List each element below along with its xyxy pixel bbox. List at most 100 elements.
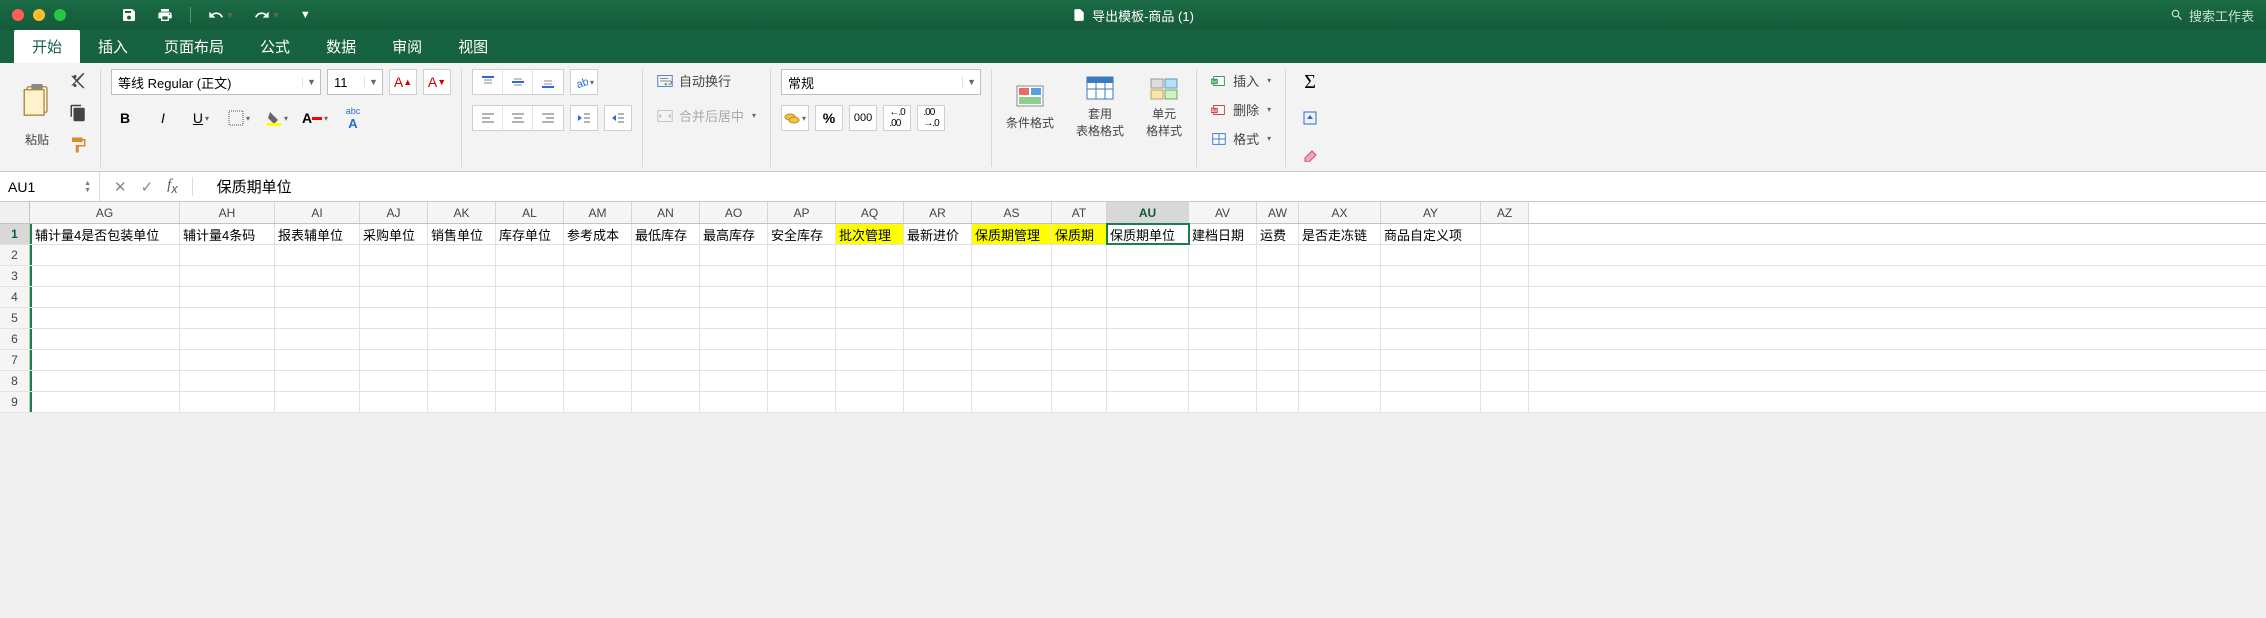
- cut-icon[interactable]: [66, 69, 90, 93]
- cell-AS4[interactable]: [972, 287, 1052, 307]
- cell-AO2[interactable]: [700, 245, 768, 265]
- cell-AP6[interactable]: [768, 329, 836, 349]
- cell-AS1[interactable]: 保质期管理: [972, 224, 1052, 244]
- cell-AP2[interactable]: [768, 245, 836, 265]
- close-window-button[interactable]: [12, 9, 24, 21]
- border-button[interactable]: ▾: [225, 105, 253, 131]
- clear-icon[interactable]: [1296, 141, 1324, 167]
- cell-AG6[interactable]: [30, 329, 180, 349]
- cell-AY2[interactable]: [1381, 245, 1481, 265]
- cell-AS9[interactable]: [972, 392, 1052, 412]
- qat-customize-icon[interactable]: ▼: [297, 6, 314, 24]
- cell-AX7[interactable]: [1299, 350, 1381, 370]
- minimize-window-button[interactable]: [33, 9, 45, 21]
- cell-AN7[interactable]: [632, 350, 700, 370]
- cell-AN5[interactable]: [632, 308, 700, 328]
- column-header-AR[interactable]: AR: [904, 202, 972, 223]
- cell-AK9[interactable]: [428, 392, 496, 412]
- cell-AG7[interactable]: [30, 350, 180, 370]
- cell-AZ1[interactable]: [1481, 224, 1529, 244]
- cell-AR7[interactable]: [904, 350, 972, 370]
- cell-AI6[interactable]: [275, 329, 360, 349]
- cell-AO7[interactable]: [700, 350, 768, 370]
- cell-AL7[interactable]: [496, 350, 564, 370]
- cell-AT7[interactable]: [1052, 350, 1107, 370]
- cell-AJ6[interactable]: [360, 329, 428, 349]
- cell-AI3[interactable]: [275, 266, 360, 286]
- cell-AT6[interactable]: [1052, 329, 1107, 349]
- cell-AU9[interactable]: [1107, 392, 1189, 412]
- cell-AQ1[interactable]: 批次管理: [836, 224, 904, 244]
- insert-cells-button[interactable]: + 插入▾: [1207, 69, 1275, 92]
- cell-styles-button[interactable]: 单元 格样式: [1142, 69, 1186, 141]
- number-format-combo[interactable]: 常规▼: [781, 69, 981, 95]
- cell-AV4[interactable]: [1189, 287, 1257, 307]
- cell-AW3[interactable]: [1257, 266, 1299, 286]
- cell-AV5[interactable]: [1189, 308, 1257, 328]
- cell-AW8[interactable]: [1257, 371, 1299, 391]
- cell-AU1[interactable]: 保质期单位: [1107, 224, 1189, 244]
- column-header-AY[interactable]: AY: [1381, 202, 1481, 223]
- cell-AJ2[interactable]: [360, 245, 428, 265]
- cell-AZ5[interactable]: [1481, 308, 1529, 328]
- cell-AK7[interactable]: [428, 350, 496, 370]
- underline-button[interactable]: U▾: [187, 105, 215, 131]
- cell-AY4[interactable]: [1381, 287, 1481, 307]
- cell-AH7[interactable]: [180, 350, 275, 370]
- column-header-AG[interactable]: AG: [30, 202, 180, 223]
- bold-button[interactable]: B: [111, 105, 139, 131]
- cell-AP1[interactable]: 安全库存: [768, 224, 836, 244]
- column-header-AW[interactable]: AW: [1257, 202, 1299, 223]
- cell-AO3[interactable]: [700, 266, 768, 286]
- cell-AX4[interactable]: [1299, 287, 1381, 307]
- merge-center-button[interactable]: 合并后居中▾: [653, 104, 760, 127]
- cell-AV7[interactable]: [1189, 350, 1257, 370]
- font-name-combo[interactable]: 等线 Regular (正文)▼: [111, 69, 321, 95]
- comma-icon[interactable]: 000: [849, 105, 877, 131]
- cell-AL2[interactable]: [496, 245, 564, 265]
- cell-AZ7[interactable]: [1481, 350, 1529, 370]
- cell-AZ2[interactable]: [1481, 245, 1529, 265]
- undo-icon[interactable]: ▼: [205, 4, 237, 26]
- cell-AX6[interactable]: [1299, 329, 1381, 349]
- cell-AN2[interactable]: [632, 245, 700, 265]
- italic-button[interactable]: I: [149, 105, 177, 131]
- cell-AO4[interactable]: [700, 287, 768, 307]
- cell-AH8[interactable]: [180, 371, 275, 391]
- row-header-9[interactable]: 9: [0, 392, 30, 412]
- increase-decimal-icon[interactable]: ←.0.00: [883, 105, 911, 131]
- align-left-icon[interactable]: [473, 106, 503, 130]
- font-size-combo[interactable]: 11▼: [327, 69, 383, 95]
- column-header-AK[interactable]: AK: [428, 202, 496, 223]
- cell-AO1[interactable]: 最高库存: [700, 224, 768, 244]
- cell-AV1[interactable]: 建档日期: [1189, 224, 1257, 244]
- cell-AX3[interactable]: [1299, 266, 1381, 286]
- cell-AX9[interactable]: [1299, 392, 1381, 412]
- cell-AL9[interactable]: [496, 392, 564, 412]
- cell-AQ2[interactable]: [836, 245, 904, 265]
- cell-AI9[interactable]: [275, 392, 360, 412]
- cell-AV8[interactable]: [1189, 371, 1257, 391]
- select-all-corner[interactable]: [0, 202, 30, 223]
- cell-AV3[interactable]: [1189, 266, 1257, 286]
- cell-AT5[interactable]: [1052, 308, 1107, 328]
- cell-AG2[interactable]: [30, 245, 180, 265]
- cell-AI7[interactable]: [275, 350, 360, 370]
- cell-AY7[interactable]: [1381, 350, 1481, 370]
- cell-AW5[interactable]: [1257, 308, 1299, 328]
- cell-AS8[interactable]: [972, 371, 1052, 391]
- cell-AI8[interactable]: [275, 371, 360, 391]
- cell-AN1[interactable]: 最低库存: [632, 224, 700, 244]
- decrease-decimal-icon[interactable]: .00→.0: [917, 105, 945, 131]
- cell-AM3[interactable]: [564, 266, 632, 286]
- conditional-format-button[interactable]: 条件格式: [1002, 78, 1058, 133]
- cell-AQ5[interactable]: [836, 308, 904, 328]
- cell-AG4[interactable]: [30, 287, 180, 307]
- percent-icon[interactable]: %: [815, 105, 843, 131]
- increase-font-icon[interactable]: A▲: [389, 69, 417, 95]
- delete-cells-button[interactable]: × 删除▾: [1207, 98, 1275, 121]
- cell-AT8[interactable]: [1052, 371, 1107, 391]
- cell-AU4[interactable]: [1107, 287, 1189, 307]
- orientation-button[interactable]: ab▾: [570, 69, 598, 95]
- align-top-icon[interactable]: [473, 70, 503, 94]
